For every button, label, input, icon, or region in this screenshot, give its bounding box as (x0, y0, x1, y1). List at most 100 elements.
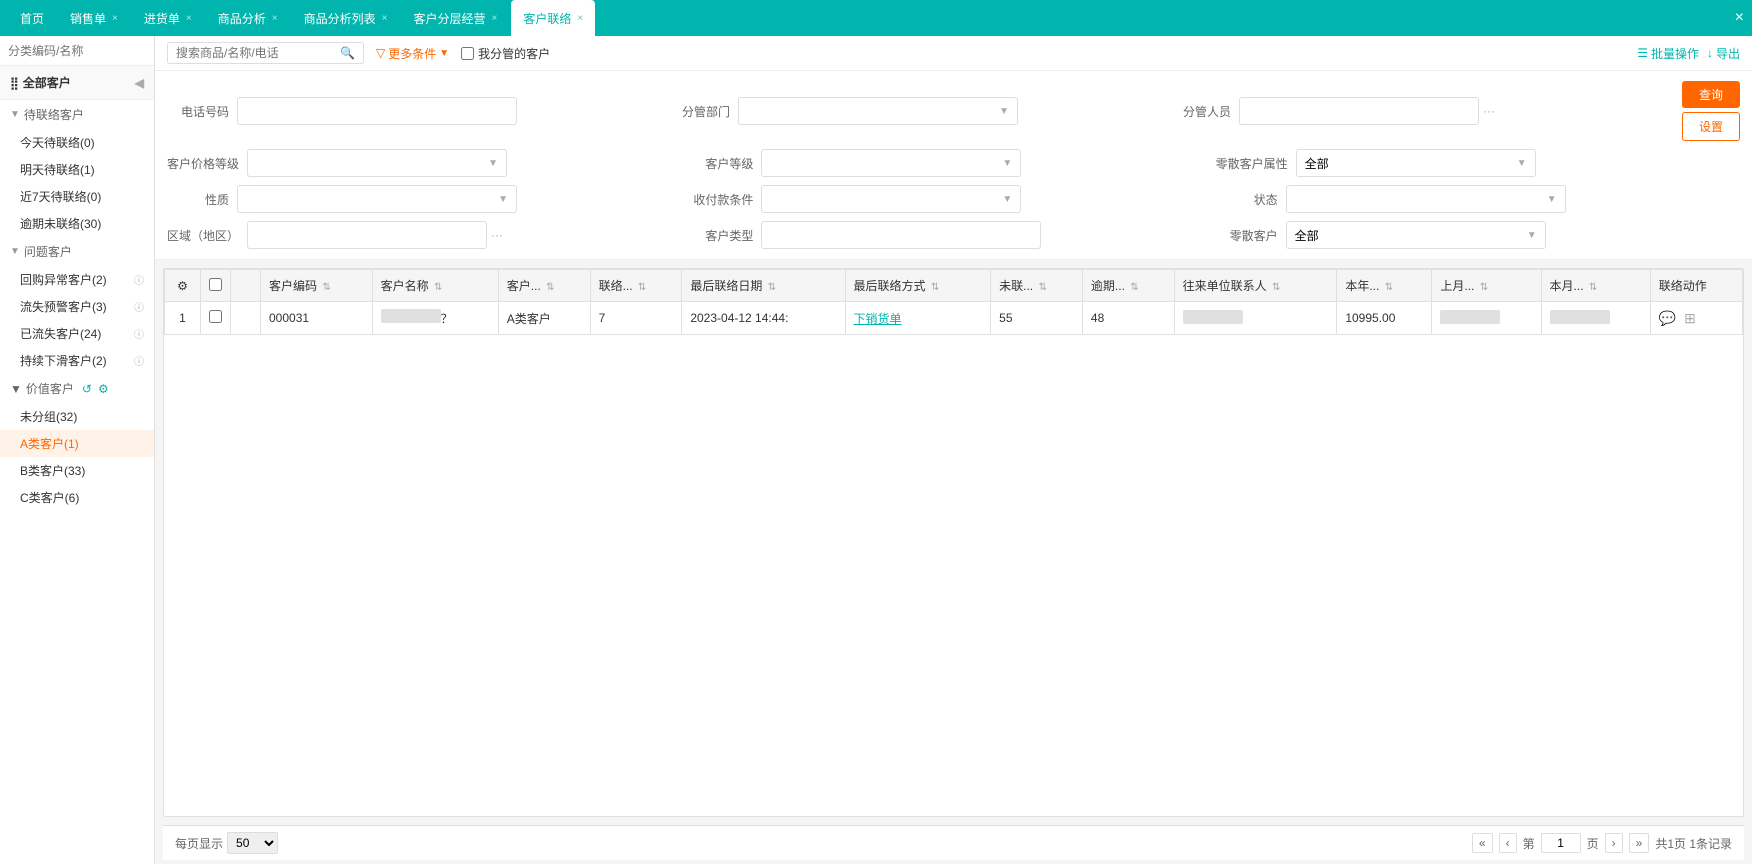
info-icon-1: ⓘ (134, 272, 144, 287)
td-last-contact-date: 2023-04-12 14:44: (682, 302, 845, 335)
td-last-contact-method[interactable]: 下销货单 (845, 302, 991, 335)
nav-tab-analysis-list[interactable]: 商品分析列表 × (292, 0, 400, 36)
page-number-input[interactable] (1541, 833, 1581, 853)
sidebar-item-tomorrow-contact[interactable]: 明天待联络(1) (0, 156, 154, 183)
nav-tab-home[interactable]: 首页 (8, 0, 56, 36)
th-customer-code[interactable]: 客户编码 ⇅ (261, 270, 373, 302)
customer-grade-label: 客户等级 (691, 155, 761, 172)
td-checkbox[interactable] (201, 302, 231, 335)
phone-input[interactable] (237, 97, 517, 125)
region-dots-btn[interactable]: ··· (487, 228, 507, 242)
th-checkbox[interactable] (201, 270, 231, 302)
sidebar-item-7days-contact[interactable]: 近7天待联络(0) (0, 183, 154, 210)
filter-mine-checkbox[interactable] (461, 47, 474, 60)
customer-grade-select[interactable]: ▼ (761, 149, 1021, 177)
filter-more-label: 更多条件 (388, 45, 436, 62)
gear-settings-icon[interactable]: ⚙ (177, 279, 188, 293)
th-gear[interactable]: ⚙ (165, 270, 201, 302)
th-index (231, 270, 261, 302)
th-contact-person[interactable]: 往来单位联系人 ⇅ (1174, 270, 1337, 302)
th-last-contact-date[interactable]: 最后联络日期 ⇅ (682, 270, 845, 302)
th-contact-count[interactable]: 联络... ⇅ (590, 270, 682, 302)
close-analysis-tab[interactable]: × (272, 13, 278, 24)
nav-tab-customer-segment[interactable]: 客户分层经营 × (401, 0, 509, 36)
th-overdue[interactable]: 逾期... ⇅ (1082, 270, 1174, 302)
sidebar-item-ungrouped[interactable]: 未分组(32) (0, 403, 154, 430)
dept-chevron-icon: ▼ (999, 106, 1009, 117)
last-page-btn[interactable]: » (1629, 833, 1650, 853)
sidebar-item-churn-warning[interactable]: 流失预警客户(3) ⓘ (0, 293, 154, 320)
sidebar-all-customers[interactable]: ⣿ 全部客户 ◀ (0, 66, 154, 100)
sidebar-item-a-class[interactable]: A类客户(1) (0, 430, 154, 457)
contact-person-masked (1183, 310, 1243, 324)
close-analysis-list-tab[interactable]: × (382, 13, 388, 24)
refresh-icon[interactable]: ↺ (82, 382, 92, 396)
th-customer-type[interactable]: 客户... ⇅ (498, 270, 590, 302)
payment-select[interactable]: ▼ (761, 185, 1021, 213)
section-problem-customers[interactable]: ▼ 问题客户 (0, 237, 154, 266)
nav-tab-sales[interactable]: 销售单 × (58, 0, 130, 36)
pagesize-select[interactable]: 50 100 200 (227, 832, 278, 854)
retail-attr-select[interactable]: 全部 ▼ (1296, 149, 1536, 177)
th-uncontacted[interactable]: 未联... ⇅ (991, 270, 1083, 302)
sidebar-search-input[interactable] (8, 44, 155, 58)
filter-search-input[interactable] (176, 46, 336, 60)
sort-icon-name: ⇅ (434, 282, 442, 293)
window-close-button[interactable]: × (1735, 9, 1744, 27)
first-page-btn[interactable]: « (1472, 833, 1493, 853)
filter-search-icon[interactable]: 🔍 (340, 46, 355, 60)
message-icon[interactable]: 💬 (1659, 310, 1676, 327)
nature-label: 性质 (167, 191, 237, 208)
sidebar-item-abnormal-repurchase[interactable]: 回购异常客户(2) ⓘ (0, 266, 154, 293)
th-this-year[interactable]: 本年... ⇅ (1337, 270, 1432, 302)
manager-dots-btn[interactable]: ··· (1479, 104, 1499, 118)
churn-warning-label: 流失预警客户(3) (20, 298, 107, 315)
nav-tab-purchase[interactable]: 进货单 × (132, 0, 204, 36)
qr-icon[interactable]: ⊞ (1684, 310, 1696, 327)
customer-type-input[interactable] (761, 221, 1041, 249)
filter-more-btn[interactable]: ▽ 更多条件 ▼ (376, 45, 449, 62)
close-purchase-tab[interactable]: × (186, 13, 192, 24)
export-btn[interactable]: ↓ 导出 (1707, 45, 1740, 62)
manager-input[interactable] (1239, 97, 1479, 125)
filter-cell-customer-type: 客户类型 (691, 221, 1215, 249)
row-checkbox[interactable] (209, 310, 222, 323)
th-last-contact-method[interactable]: 最后联络方式 ⇅ (845, 270, 991, 302)
customer-type-label: 客户类型 (691, 227, 761, 244)
region-input[interactable] (247, 221, 487, 249)
nature-select[interactable]: ▼ (237, 185, 517, 213)
sidebar-collapse-icon[interactable]: ◀ (135, 76, 144, 90)
section-pending-contact[interactable]: ▼ 待联络客户 (0, 100, 154, 129)
next-page-btn[interactable]: › (1605, 833, 1623, 853)
close-customer-contact-tab[interactable]: × (577, 13, 583, 24)
query-button[interactable]: 查询 (1682, 81, 1740, 108)
dept-select[interactable]: ▼ (738, 97, 1018, 125)
close-customer-segment-tab[interactable]: × (491, 13, 497, 24)
retail-attr-value: 全部 (1305, 155, 1329, 172)
th-this-month[interactable]: 本月... ⇅ (1541, 270, 1650, 302)
info-icon-4: ⓘ (134, 353, 144, 368)
contact-method-link[interactable]: 下销货单 (854, 312, 902, 326)
status-select[interactable]: ▼ (1286, 185, 1566, 213)
sidebar-item-c-class[interactable]: C类客户(6) (0, 484, 154, 511)
sidebar-item-churned[interactable]: 已流失客户(24) ⓘ (0, 320, 154, 347)
filter-mine-label: 我分管的客户 (478, 45, 550, 62)
th-customer-name[interactable]: 客户名称 ⇅ (372, 270, 498, 302)
value-settings-icon[interactable]: ⚙ (98, 382, 109, 396)
batch-operations-btn[interactable]: ☰ 批量操作 (1637, 45, 1699, 62)
retail-customer-select[interactable]: 全部 ▼ (1286, 221, 1546, 249)
nav-tab-analysis[interactable]: 商品分析 × (206, 0, 290, 36)
select-all-checkbox[interactable] (209, 278, 222, 291)
sidebar-item-declining[interactable]: 持续下滑客户(2) ⓘ (0, 347, 154, 374)
close-sales-tab[interactable]: × (112, 13, 118, 24)
nav-tab-customer-contact[interactable]: 客户联络 × (511, 0, 595, 36)
td-last-month (1432, 302, 1541, 335)
sidebar-item-today-contact[interactable]: 今天待联络(0) (0, 129, 154, 156)
prev-page-btn[interactable]: ‹ (1499, 833, 1517, 853)
sidebar-item-overdue-contact[interactable]: 逾期未联络(30) (0, 210, 154, 237)
sidebar-item-b-class[interactable]: B类客户(33) (0, 457, 154, 484)
price-grade-select[interactable]: ▼ (247, 149, 507, 177)
expand-icon-problem: ▼ (10, 246, 20, 257)
th-last-month[interactable]: 上月... ⇅ (1432, 270, 1541, 302)
settings-button[interactable]: 设置 (1682, 112, 1740, 141)
